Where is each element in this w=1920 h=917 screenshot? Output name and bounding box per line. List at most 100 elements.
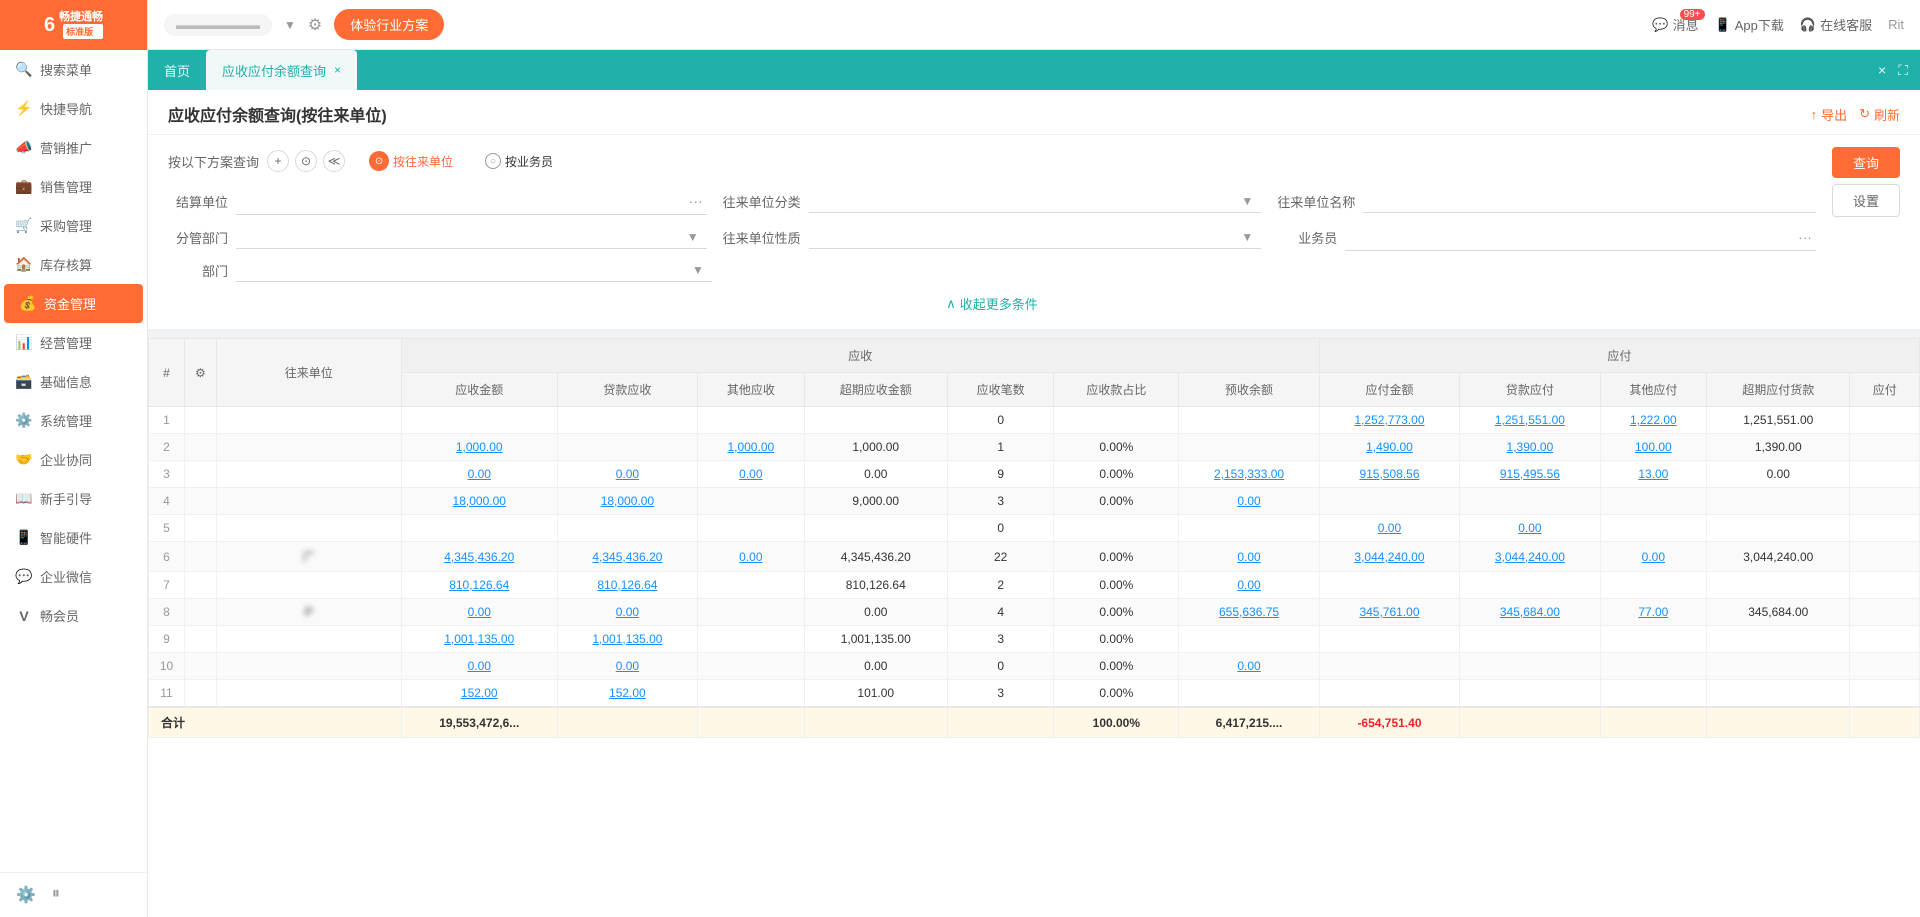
user-name[interactable]: Rit	[1888, 17, 1904, 32]
row-yf-dk-cell[interactable]: 0.00	[1460, 515, 1600, 542]
tab-close-icon[interactable]: ×	[334, 63, 341, 77]
sidebar-item-finance[interactable]: 💰 资金管理	[4, 284, 143, 323]
topbar-gear-icon[interactable]: ⚙	[308, 15, 322, 35]
row-ysy-cell[interactable]: 0.00	[1179, 653, 1319, 680]
row-yf-dk-cell[interactable]: 3,044,240.00	[1460, 542, 1600, 572]
sidebar-item-collab[interactable]: 🤝 企业协同	[0, 440, 147, 479]
row-yf-dk-cell[interactable]: 345,684.00	[1460, 599, 1600, 626]
row-ys-dk-cell[interactable]: 1,001,135.00	[557, 626, 697, 653]
row-ys-qt-cell[interactable]: 0.00	[698, 461, 804, 488]
row-yf-jine-cell[interactable]: 0.00	[1319, 515, 1459, 542]
row-ys-dk-cell[interactable]	[557, 407, 697, 434]
row-ys-dk-cell[interactable]: 4,345,436.20	[557, 542, 697, 572]
row-ysy-cell[interactable]	[1179, 515, 1319, 542]
row-ys-jine-cell[interactable]	[401, 407, 557, 434]
row-yf-qt-cell[interactable]	[1600, 488, 1706, 515]
sidebar-item-inventory[interactable]: 🏠 库存核算	[0, 245, 147, 284]
row-yf-dk-cell[interactable]: 1,251,551.00	[1460, 407, 1600, 434]
row-yf-qt-cell[interactable]	[1600, 626, 1706, 653]
row-yf-jine-cell[interactable]: 1,252,773.00	[1319, 407, 1459, 434]
row-yf-jine-cell[interactable]: 915,508.56	[1319, 461, 1459, 488]
row-ys-qt-cell[interactable]: 1,000.00	[698, 434, 804, 461]
tab-query[interactable]: 应收应付余额查询 ×	[206, 50, 357, 90]
row-yf-qt-cell[interactable]: 13.00	[1600, 461, 1706, 488]
row-ysy-cell[interactable]: 0.00	[1179, 488, 1319, 515]
sidebar-item-member[interactable]: V 畅会员	[0, 596, 147, 635]
row-ys-dk-cell[interactable]	[557, 515, 697, 542]
row-yf-jine-cell[interactable]	[1319, 680, 1459, 708]
row-yf-dk-cell[interactable]	[1460, 680, 1600, 708]
row-yf-qt-cell[interactable]: 100.00	[1600, 434, 1706, 461]
jiesuandanwei-input[interactable]	[240, 189, 689, 212]
yewuyuan-dots[interactable]: ···	[1798, 229, 1812, 245]
row-yf-dk-cell[interactable]	[1460, 653, 1600, 680]
row-ysy-cell[interactable]	[1179, 626, 1319, 653]
row-yf-dk-cell[interactable]	[1460, 626, 1600, 653]
col-settings[interactable]: ⚙	[185, 339, 217, 407]
row-ysy-cell[interactable]: 0.00	[1179, 542, 1319, 572]
row-yf-jine-cell[interactable]: 1,490.00	[1319, 434, 1459, 461]
row-yf-qt-cell[interactable]	[1600, 680, 1706, 708]
filter-collapse-button[interactable]: ∧ 收起更多条件	[168, 290, 1816, 317]
row-yf-jine-cell[interactable]: 345,761.00	[1319, 599, 1459, 626]
row-ys-jine-cell[interactable]: 152.00	[401, 680, 557, 708]
row-ys-qt-cell[interactable]	[698, 680, 804, 708]
cta-button[interactable]: 体验行业方案	[334, 9, 444, 40]
fullscreen-icon[interactable]: ⛶	[1898, 62, 1908, 79]
row-ysy-cell[interactable]	[1179, 434, 1319, 461]
table-container[interactable]: # ⚙ 往来单位 应收 应付 应收金额 贷款应收 其他应收 超期应收金额 应收笔…	[148, 338, 1920, 917]
expand-scheme-icon[interactable]: ≪	[323, 150, 345, 172]
query-button[interactable]: 查询	[1832, 147, 1900, 178]
row-ys-qt-cell[interactable]	[698, 572, 804, 599]
row-ys-qt-cell[interactable]	[698, 515, 804, 542]
row-ysy-cell[interactable]: 0.00	[1179, 572, 1319, 599]
row-ys-jine-cell[interactable]: 810,126.64	[401, 572, 557, 599]
tab-home[interactable]: 首页	[148, 50, 206, 90]
row-ys-qt-cell[interactable]	[698, 599, 804, 626]
bumen-select[interactable]: ▼	[236, 259, 712, 282]
sidebar-item-wechat[interactable]: 💬 企业微信	[0, 557, 147, 596]
row-yf-qt-cell[interactable]: 1,222.00	[1600, 407, 1706, 434]
row-yf-dk-cell[interactable]	[1460, 572, 1600, 599]
row-ys-dk-cell[interactable]: 810,126.64	[557, 572, 697, 599]
row-yf-qt-cell[interactable]	[1600, 515, 1706, 542]
sidebar-item-purchase[interactable]: 🛒 采购管理	[0, 206, 147, 245]
row-ysy-cell[interactable]: 2,153,333.00	[1179, 461, 1319, 488]
row-ys-jine-cell[interactable]	[401, 515, 557, 542]
row-ys-jine-cell[interactable]: 0.00	[401, 653, 557, 680]
scheme-by-salesperson[interactable]: ○ 按业务员	[477, 147, 561, 175]
row-ys-dk-cell[interactable]: 152.00	[557, 680, 697, 708]
row-ys-jine-cell[interactable]: 0.00	[401, 461, 557, 488]
fenguan-select[interactable]: ▼	[236, 226, 707, 249]
wanglaixingzhi-select[interactable]: ▼	[809, 226, 1262, 249]
add-scheme-icon[interactable]: +	[267, 150, 289, 172]
row-yf-dk-cell[interactable]: 915,495.56	[1460, 461, 1600, 488]
row-ys-qt-cell[interactable]	[698, 407, 804, 434]
messages-button[interactable]: 💬 消息 99+	[1652, 15, 1698, 34]
row-ysy-cell[interactable]: 655,636.75	[1179, 599, 1319, 626]
edit-scheme-icon[interactable]: ⊙	[295, 150, 317, 172]
sidebar-item-hardware[interactable]: 📱 智能硬件	[0, 518, 147, 557]
row-ys-dk-cell[interactable]: 0.00	[557, 599, 697, 626]
row-ys-jine-cell[interactable]: 1,000.00	[401, 434, 557, 461]
sidebar-item-system[interactable]: ⚙️ 系统管理	[0, 401, 147, 440]
row-ys-jine-cell[interactable]: 4,345,436.20	[401, 542, 557, 572]
scheme-by-unit[interactable]: ⊙ 按往来单位	[361, 147, 461, 175]
row-ys-qt-cell[interactable]	[698, 626, 804, 653]
sidebar-item-sales[interactable]: 💼 销售管理	[0, 167, 147, 206]
row-ys-jine-cell[interactable]: 18,000.00	[401, 488, 557, 515]
row-ysy-cell[interactable]	[1179, 680, 1319, 708]
row-yf-qt-cell[interactable]: 0.00	[1600, 542, 1706, 572]
row-ys-jine-cell[interactable]: 0.00	[401, 599, 557, 626]
row-yf-jine-cell[interactable]	[1319, 626, 1459, 653]
sidebar-item-quicknav[interactable]: ⚡ 快捷导航	[0, 89, 147, 128]
online-service-button[interactable]: 🎧 在线客服	[1800, 15, 1872, 34]
refresh-button[interactable]: ↻ 刷新	[1859, 105, 1900, 124]
row-yf-qt-cell[interactable]: 77.00	[1600, 599, 1706, 626]
row-ysy-cell[interactable]	[1179, 407, 1319, 434]
yewuyuan-input[interactable]	[1349, 225, 1798, 248]
app-download-button[interactable]: 📱 App下载	[1715, 15, 1784, 34]
window-close-icon[interactable]: ×	[1878, 62, 1886, 78]
sidebar-item-search[interactable]: 🔍 搜索菜单	[0, 50, 147, 89]
sidebar-item-management[interactable]: 📊 经营管理	[0, 323, 147, 362]
